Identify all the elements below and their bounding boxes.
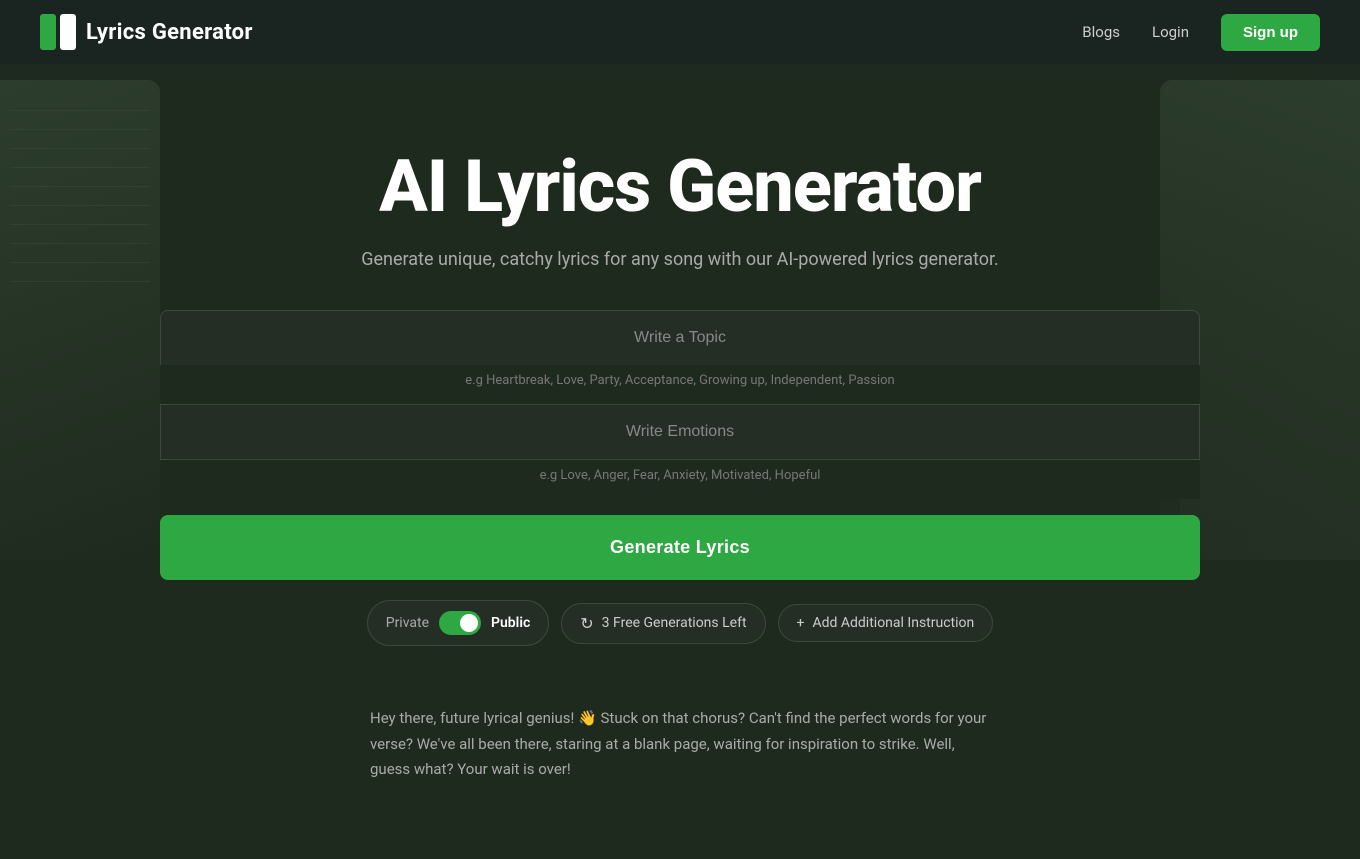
- main-content: AI Lyrics Generator Generate unique, cat…: [0, 64, 1360, 783]
- public-label: Public: [491, 615, 530, 631]
- privacy-toggle[interactable]: Private Public: [367, 600, 550, 646]
- topic-hint: e.g Heartbreak, Love, Party, Acceptance,…: [160, 365, 1200, 404]
- toggle-switch[interactable]: [439, 611, 481, 635]
- free-generations-badge[interactable]: ↻ 3 Free Generations Left: [561, 603, 765, 644]
- private-label: Private: [386, 615, 429, 631]
- topic-group: e.g Heartbreak, Love, Party, Acceptance,…: [160, 310, 1200, 404]
- plus-icon: +: [797, 615, 805, 631]
- add-instruction-button[interactable]: + Add Additional Instruction: [778, 604, 994, 642]
- add-instruction-label: Add Additional Instruction: [812, 615, 974, 631]
- hero-subtitle: Generate unique, catchy lyrics for any s…: [361, 249, 999, 270]
- free-gen-label: 3 Free Generations Left: [602, 615, 747, 631]
- bottom-paragraph: Hey there, future lyrical genius! 👋 Stuc…: [370, 706, 990, 783]
- navbar-nav: Blogs Login Sign up: [1082, 14, 1320, 51]
- brand: Lyrics Generator: [40, 14, 253, 50]
- navbar: Lyrics Generator Blogs Login Sign up: [0, 0, 1360, 64]
- emotions-hint: e.g Love, Anger, Fear, Anxiety, Motivate…: [160, 460, 1200, 499]
- brand-name: Lyrics Generator: [86, 20, 253, 45]
- bottom-text-section: Hey there, future lyrical genius! 👋 Stuc…: [330, 706, 1030, 783]
- form-container: e.g Heartbreak, Love, Party, Acceptance,…: [160, 310, 1200, 646]
- topic-input[interactable]: [160, 310, 1200, 365]
- bottom-controls: Private Public ↻ 3 Free Generations Left…: [160, 600, 1200, 646]
- emotions-group: e.g Love, Anger, Fear, Anxiety, Motivate…: [160, 404, 1200, 499]
- recycle-icon: ↻: [580, 614, 593, 633]
- emotions-input[interactable]: [160, 404, 1200, 460]
- toggle-knob: [460, 614, 478, 632]
- hero-title: AI Lyrics Generator: [379, 144, 981, 229]
- blogs-link[interactable]: Blogs: [1082, 23, 1120, 41]
- generate-button[interactable]: Generate Lyrics: [160, 515, 1200, 580]
- signup-button[interactable]: Sign up: [1221, 14, 1320, 51]
- brand-logo: [40, 14, 76, 50]
- login-link[interactable]: Login: [1152, 23, 1189, 41]
